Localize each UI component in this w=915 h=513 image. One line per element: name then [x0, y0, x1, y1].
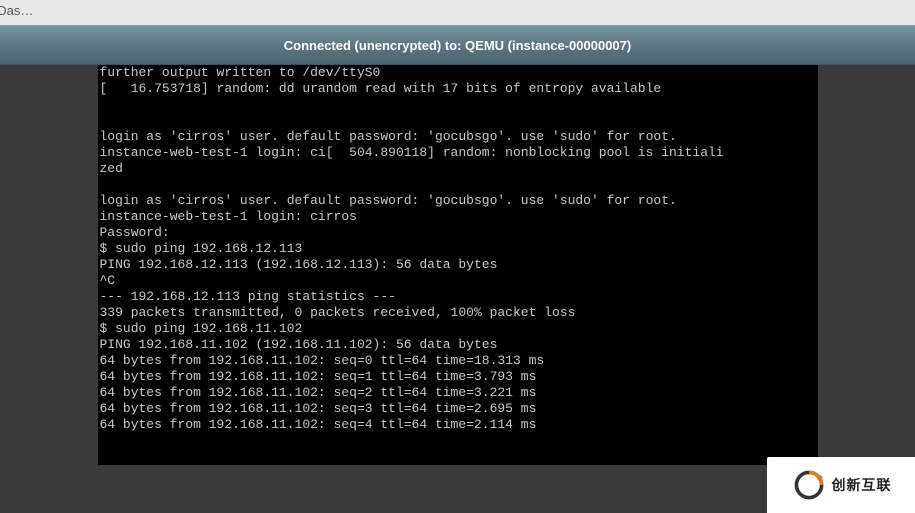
- tab-bar: : Das…: [0, 0, 915, 25]
- vnc-console[interactable]: further output written to /dev/ttyS0 [ 1…: [98, 65, 818, 465]
- brand-icon: [791, 467, 827, 503]
- watermark-text: 创新互联: [832, 475, 892, 495]
- vnc-status-bar: Connected (unencrypted) to: QEMU (instan…: [0, 25, 915, 65]
- console-area: further output written to /dev/ttyS0 [ 1…: [0, 65, 915, 513]
- watermark-logo: 创新互联: [767, 457, 915, 513]
- connection-status-text: Connected (unencrypted) to: QEMU (instan…: [284, 38, 631, 53]
- tab-item[interactable]: : Das…: [0, 3, 33, 18]
